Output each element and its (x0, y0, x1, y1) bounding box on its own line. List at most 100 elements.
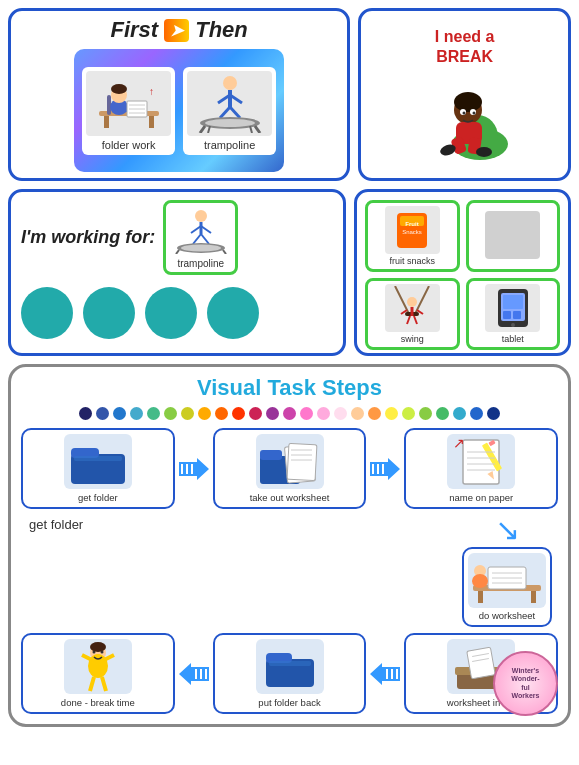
step-get-folder-label: get folder (27, 492, 169, 503)
dot (487, 407, 500, 420)
svg-marker-112 (179, 663, 209, 685)
empty-reward-image (485, 211, 540, 259)
dot (130, 407, 143, 420)
dot (300, 407, 313, 420)
svg-line-107 (90, 677, 94, 691)
svg-text:Fruit: Fruit (406, 221, 419, 227)
step-box-get-folder: get folder (21, 428, 175, 509)
svg-line-108 (102, 677, 106, 691)
svg-line-47 (223, 250, 226, 254)
svg-marker-70 (179, 458, 209, 480)
arrow-left-1 (179, 663, 209, 685)
dot (198, 407, 211, 420)
then-label: Then (195, 17, 248, 43)
svg-point-37 (472, 111, 475, 114)
svg-line-52 (395, 286, 409, 314)
break-card: I need a BREAK (358, 8, 571, 181)
svg-rect-1 (104, 116, 109, 128)
svg-rect-69 (74, 456, 122, 461)
svg-point-6 (111, 84, 127, 94)
svg-point-33 (476, 147, 492, 157)
svg-point-63 (511, 323, 515, 327)
step-box-name-on-paper: ↗ name on paper (404, 428, 558, 509)
svg-point-20 (205, 119, 255, 127)
svg-line-21 (200, 126, 205, 133)
put-folder-back-image (256, 639, 324, 694)
diagonal-arrow-icon: ↘ (495, 515, 520, 545)
arrow-left-2 (370, 663, 400, 685)
reward-item-empty (466, 200, 561, 272)
arrow-1 (179, 458, 209, 480)
activity2-label: trampoline (187, 139, 272, 151)
dots-row (21, 407, 558, 420)
dot (232, 407, 245, 420)
svg-rect-65 (503, 311, 511, 319)
dot (453, 407, 466, 420)
tablet-image (485, 284, 540, 332)
middle-section: I'm working for: trampoline (0, 185, 579, 360)
take-out-worksheet-image (256, 434, 324, 489)
dot (334, 407, 347, 420)
fruit-snacks-image: Fruit Snacks (385, 206, 440, 254)
dot (419, 407, 432, 420)
reward-item-tablet: tablet (466, 278, 561, 350)
token-4 (207, 287, 259, 339)
dot (266, 407, 279, 420)
step-box-done-break: done - break time (21, 633, 175, 714)
fruit-snacks-label: fruit snacks (389, 256, 435, 266)
break-title: I need a BREAK (435, 27, 495, 65)
working-for-label: I'm working for: (21, 227, 155, 248)
svg-rect-2 (149, 116, 154, 128)
dot (402, 407, 415, 420)
folder-work-image: ↑ (86, 71, 171, 136)
svg-line-53 (415, 286, 429, 314)
token-3 (145, 287, 197, 339)
activity-box-trampoline: trampoline (183, 67, 276, 155)
activity1-label: folder work (86, 139, 171, 151)
step-box-do-worksheet: do worksheet (462, 547, 552, 627)
step-put-folder-back-label: put folder back (219, 697, 361, 708)
svg-rect-66 (513, 311, 521, 319)
dot (317, 407, 330, 420)
dot (96, 407, 109, 420)
rewards-card: Fruit Snacks fruit snacks (354, 189, 571, 356)
svg-line-46 (176, 250, 179, 254)
first-then-card: First ➤ Then (8, 8, 350, 181)
svg-line-42 (193, 234, 201, 244)
dot (79, 407, 92, 420)
swing-image (385, 284, 440, 332)
wwl-logo: Winter's Wonder- ful Workers (493, 651, 558, 716)
step-name-on-paper-label: name on paper (410, 492, 552, 503)
svg-point-13 (223, 76, 237, 90)
svg-line-18 (230, 107, 240, 118)
svg-text:↑: ↑ (149, 86, 154, 97)
highlighted-step-label: get folder (29, 517, 83, 532)
svg-point-28 (454, 92, 482, 112)
svg-line-43 (201, 234, 209, 244)
dot (368, 407, 381, 420)
step-box-put-folder-back: put folder back (213, 633, 367, 714)
svg-rect-64 (503, 295, 523, 309)
dot (283, 407, 296, 420)
svg-rect-96 (531, 591, 536, 603)
first-then-images: ↑ folder work (74, 49, 284, 172)
svg-marker-81 (370, 458, 400, 480)
reward-item-fruit-snacks: Fruit Snacks fruit snacks (365, 200, 460, 272)
svg-rect-125 (467, 647, 495, 679)
trampoline-reward-box: trampoline (163, 200, 238, 275)
svg-rect-118 (269, 661, 311, 666)
svg-rect-75 (260, 450, 282, 460)
arrow-2 (370, 458, 400, 480)
svg-line-59 (407, 316, 410, 324)
dot (249, 407, 262, 420)
swing-label: swing (401, 334, 424, 344)
step-box-take-out-worksheet: take out worksheet (213, 428, 367, 509)
step-done-break-label: done - break time (27, 697, 169, 708)
dot (147, 407, 160, 420)
get-folder-image (64, 434, 132, 489)
vts-section: Visual Task Steps get folder (8, 364, 571, 727)
dot (351, 407, 364, 420)
tablet-label: tablet (502, 334, 524, 344)
svg-line-60 (414, 316, 417, 324)
first-then-title: First ➤ Then (111, 17, 248, 43)
